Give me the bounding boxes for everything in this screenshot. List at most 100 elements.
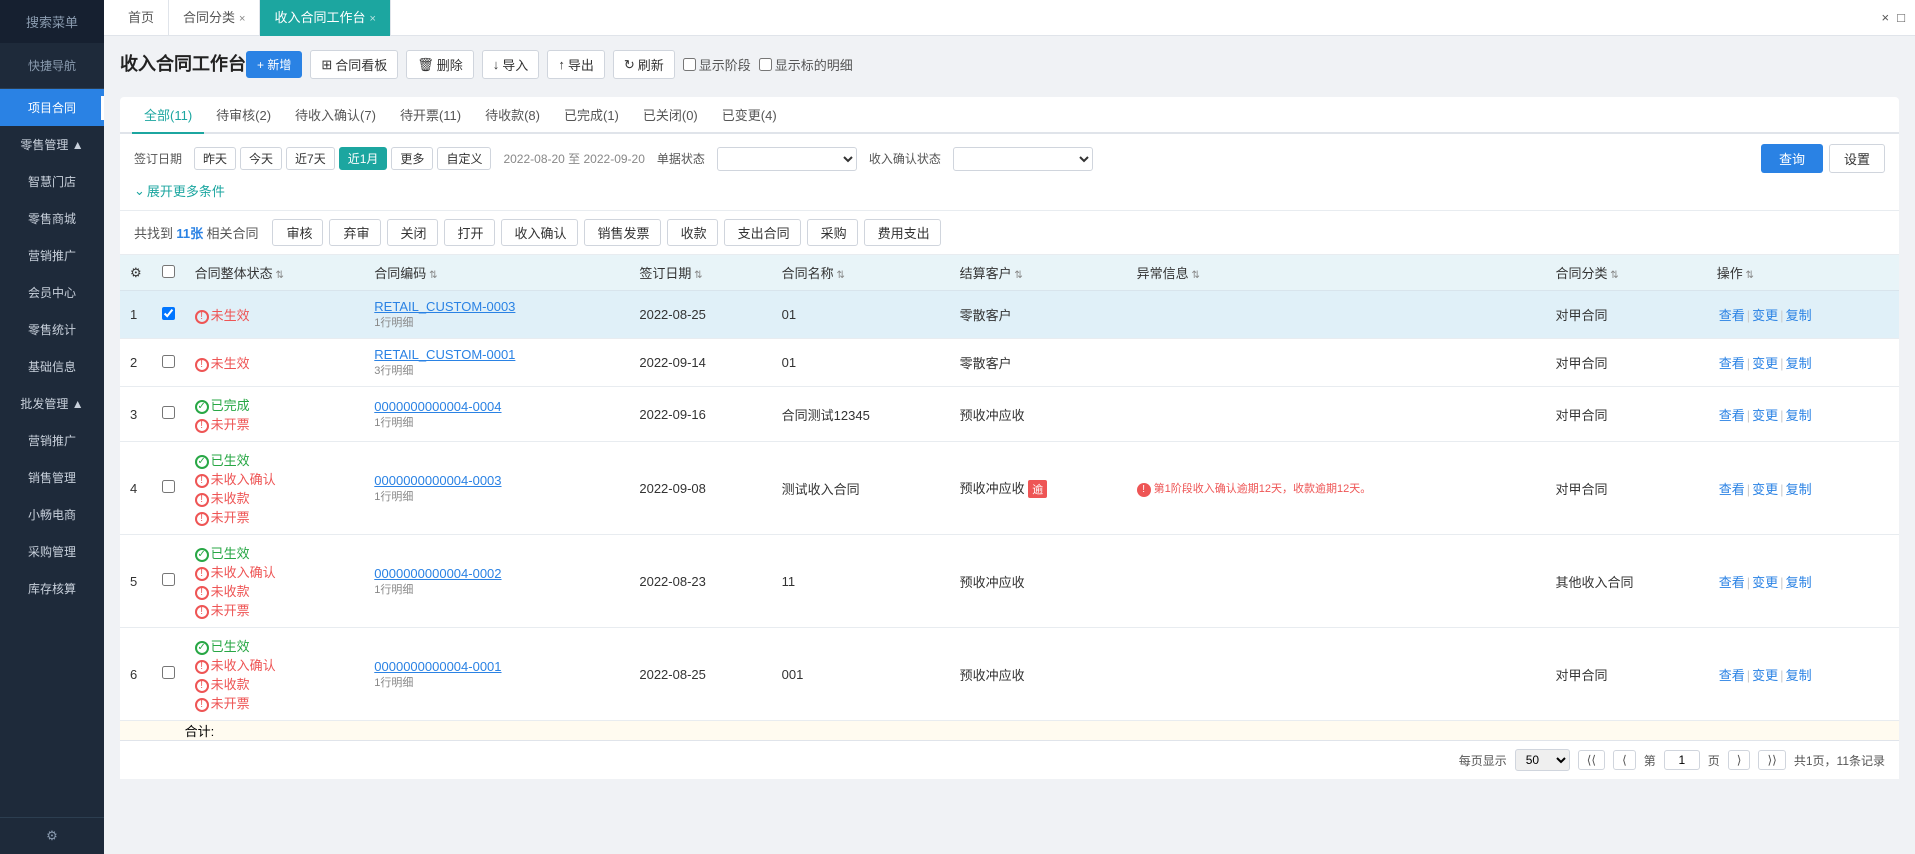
- row-checkbox-2[interactable]: [162, 406, 175, 419]
- sidebar-item-inventory[interactable]: 库存核算: [0, 570, 104, 607]
- tab-close-contract-category[interactable]: ×: [239, 13, 245, 25]
- sidebar-item-xiaochangec[interactable]: 小畅电商: [0, 496, 104, 533]
- op-复制-3[interactable]: 复制: [1786, 482, 1812, 497]
- sidebar-item-stats[interactable]: 零售统计: [0, 311, 104, 348]
- row-checkbox-1[interactable]: [162, 355, 175, 368]
- sidebar-item-wholesale[interactable]: 批发管理 ▲: [0, 385, 104, 422]
- row-checkbox-5[interactable]: [162, 666, 175, 679]
- page-size-select[interactable]: 102050100: [1515, 749, 1570, 771]
- op-复制-2[interactable]: 复制: [1786, 408, 1812, 423]
- sort-icon-contract_name[interactable]: ⇅: [834, 270, 845, 281]
- contract-code-link-4[interactable]: 0000000000004-0002: [374, 566, 501, 581]
- add-button[interactable]: + 新增: [246, 51, 302, 78]
- sort-icon-contract_status[interactable]: ⇅: [273, 270, 284, 281]
- contract-code-link-1[interactable]: RETAIL_CUSTOM-0001: [374, 347, 515, 362]
- sidebar-item-mkt2[interactable]: 营销推广: [0, 422, 104, 459]
- date-btn-last7[interactable]: 近7天: [286, 147, 335, 170]
- window-close-btn[interactable]: ×: [1882, 10, 1890, 25]
- delete-button[interactable]: 🗑 删除: [406, 50, 474, 79]
- contract-code-link-0[interactable]: RETAIL_CUSTOM-0003: [374, 299, 515, 314]
- expand-filter-btn[interactable]: ⌄ 展开更多条件: [134, 181, 1885, 200]
- date-btn-custom[interactable]: 自定义: [437, 147, 491, 170]
- tab-close-income-workbench[interactable]: ×: [369, 13, 375, 25]
- filter-setting-button[interactable]: 设置: [1829, 144, 1885, 173]
- sort-icon-contract_code[interactable]: ⇅: [426, 270, 437, 281]
- sort-icon-settlement_customer[interactable]: ⇅: [1012, 270, 1023, 281]
- status-tab-closed[interactable]: 已关闭(0): [631, 97, 710, 134]
- op-查看-0[interactable]: 查看: [1719, 308, 1745, 323]
- op-变更-5[interactable]: 变更: [1752, 668, 1778, 683]
- status-tab-pending_confirm[interactable]: 待收入确认(7): [283, 97, 388, 134]
- status-tab-changed[interactable]: 已变更(4): [710, 97, 789, 134]
- contract-code-link-2[interactable]: 0000000000004-0004: [374, 399, 501, 414]
- status-tab-pending_payment[interactable]: 待收款(8): [473, 97, 552, 134]
- op-查看-2[interactable]: 查看: [1719, 408, 1745, 423]
- sidebar-item-member[interactable]: 会员中心: [0, 274, 104, 311]
- action-btn-sales_invoice[interactable]: 销售发票: [584, 219, 661, 246]
- action-btn-print[interactable]: 打开: [444, 219, 495, 246]
- status-tab-all[interactable]: 全部(11): [132, 97, 204, 134]
- date-btn-last1month[interactable]: 近1月: [339, 147, 388, 170]
- import-button[interactable]: ↓ 导入: [482, 50, 540, 79]
- sidebar-item-project[interactable]: 项目合同: [0, 89, 104, 126]
- prev-page-btn[interactable]: ⟨: [1613, 750, 1636, 770]
- sidebar-item-marketing[interactable]: 营销推广: [0, 237, 104, 274]
- date-btn-today[interactable]: 今天: [240, 147, 282, 170]
- show-stage-check[interactable]: 显示阶段: [683, 55, 751, 74]
- sidebar-item-basic[interactable]: 基础信息: [0, 348, 104, 385]
- select-all-checkbox[interactable]: [162, 265, 175, 278]
- row-checkbox-4[interactable]: [162, 573, 175, 586]
- op-复制-0[interactable]: 复制: [1786, 308, 1812, 323]
- op-复制-1[interactable]: 复制: [1786, 356, 1812, 371]
- op-复制-4[interactable]: 复制: [1786, 575, 1812, 590]
- op-变更-2[interactable]: 变更: [1752, 408, 1778, 423]
- sidebar-item-sales[interactable]: 销售管理: [0, 459, 104, 496]
- last-page-btn[interactable]: ⟩⟩: [1758, 750, 1785, 770]
- status-tab-done[interactable]: 已完成(1): [552, 97, 631, 134]
- next-page-btn[interactable]: ⟩: [1728, 750, 1751, 770]
- doc-status-select[interactable]: [717, 147, 857, 171]
- action-btn-income_confirm[interactable]: 收入确认: [501, 219, 578, 246]
- op-查看-1[interactable]: 查看: [1719, 356, 1745, 371]
- row-checkbox-0[interactable]: [162, 307, 175, 320]
- tab-contract-category[interactable]: 合同分类×: [169, 0, 260, 36]
- action-btn-abandon[interactable]: 弃审: [329, 219, 380, 246]
- sort-icon-abnormal_info[interactable]: ⇅: [1189, 270, 1200, 281]
- income-confirm-select[interactable]: [953, 147, 1093, 171]
- refresh-button[interactable]: ↻ 刷新: [613, 50, 675, 79]
- sidebar-item-ecommerce[interactable]: 零售商城: [0, 200, 104, 237]
- sort-icon-contract_type[interactable]: ⇅: [1608, 270, 1619, 281]
- tab-home[interactable]: 首页: [114, 0, 169, 36]
- op-变更-3[interactable]: 变更: [1752, 482, 1778, 497]
- op-复制-5[interactable]: 复制: [1786, 668, 1812, 683]
- sidebar-item-smart[interactable]: 智慧门店: [0, 163, 104, 200]
- action-btn-close[interactable]: 关闭: [387, 219, 438, 246]
- action-btn-purchase[interactable]: 采购: [807, 219, 858, 246]
- contract-code-link-3[interactable]: 0000000000004-0003: [374, 473, 501, 488]
- sidebar-settings[interactable]: ⚙: [0, 817, 104, 854]
- action-btn-review[interactable]: 审核: [272, 219, 323, 246]
- sidebar-item-retail[interactable]: 零售管理 ▲: [0, 126, 104, 163]
- op-变更-0[interactable]: 变更: [1752, 308, 1778, 323]
- date-btn-yesterday[interactable]: 昨天: [194, 147, 236, 170]
- date-btn-more[interactable]: 更多: [391, 147, 433, 170]
- tab-income-workbench[interactable]: 收入合同工作台×: [260, 0, 390, 36]
- query-button[interactable]: 查询: [1761, 144, 1823, 173]
- sidebar-quick-nav[interactable]: 快捷导航: [0, 49, 104, 82]
- action-btn-expense_out[interactable]: 费用支出: [864, 219, 941, 246]
- export-button[interactable]: ↑ 导出: [547, 50, 605, 79]
- contract-code-link-5[interactable]: 0000000000004-0001: [374, 659, 501, 674]
- current-page-input[interactable]: [1664, 750, 1700, 770]
- sort-icon-sign_date[interactable]: ⇅: [691, 270, 702, 281]
- first-page-btn[interactable]: ⟨⟨: [1578, 750, 1605, 770]
- action-btn-out_contract[interactable]: 支出合同: [724, 219, 801, 246]
- kanban-button[interactable]: ⊞ 合同看板: [310, 50, 398, 79]
- op-变更-1[interactable]: 变更: [1752, 356, 1778, 371]
- status-tab-pending_invoice[interactable]: 待开票(11): [388, 97, 473, 134]
- op-查看-5[interactable]: 查看: [1719, 668, 1745, 683]
- sidebar-item-purchase[interactable]: 采购管理: [0, 533, 104, 570]
- status-tab-pending_review[interactable]: 待审核(2): [204, 97, 283, 134]
- col-settings[interactable]: ⚙: [120, 255, 152, 291]
- row-checkbox-3[interactable]: [162, 480, 175, 493]
- op-查看-3[interactable]: 查看: [1719, 482, 1745, 497]
